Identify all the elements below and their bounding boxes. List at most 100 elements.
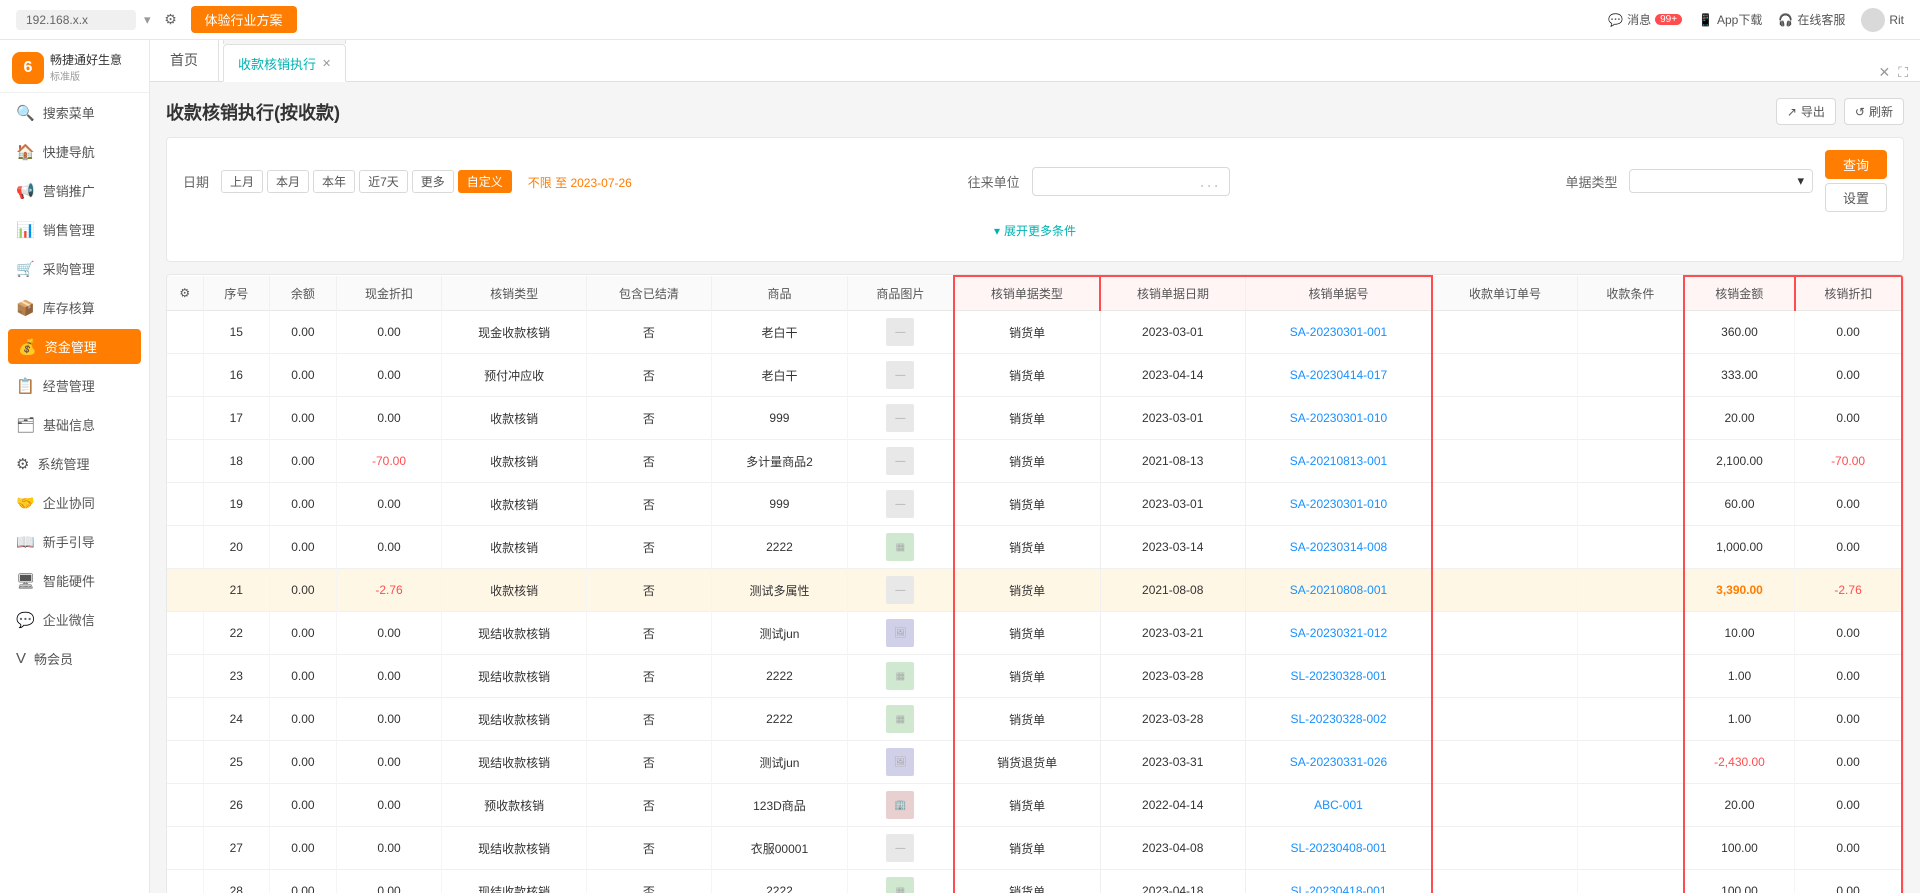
- cell-verify-doc-no[interactable]: SL-20230328-001: [1245, 655, 1432, 698]
- cell-settings: [167, 354, 203, 397]
- sidebar-item-purchase[interactable]: 🛒 采购管理: [0, 249, 149, 288]
- cell-seq: 18: [203, 440, 270, 483]
- tab-home[interactable]: 首页: [150, 40, 219, 81]
- sidebar-item-sales[interactable]: 📊 销售管理: [0, 210, 149, 249]
- user-item[interactable]: Rit: [1861, 8, 1904, 32]
- cell-verify-doc-date: 2023-04-08: [1100, 827, 1245, 870]
- cell-discount: 0.00: [336, 870, 442, 893]
- counterpart-input[interactable]: [1041, 174, 1196, 188]
- sidebar-item-basic[interactable]: 🗂 基础信息: [0, 405, 149, 444]
- product-image: ▦: [886, 662, 914, 690]
- sidebar-item-system[interactable]: ⚙ 系统管理: [0, 444, 149, 483]
- cell-receipt-terms: [1577, 698, 1683, 741]
- expand-conditions-button[interactable]: ▾ 展开更多条件: [994, 218, 1076, 243]
- th-verify-doc-type: 核销单据类型: [954, 276, 1100, 311]
- product-image: —: [886, 404, 914, 432]
- date-btn-prev-month[interactable]: 上月: [221, 170, 263, 193]
- service-label: 在线客服: [1797, 11, 1845, 28]
- cell-verify-doc-no[interactable]: SA-20230321-012: [1245, 612, 1432, 655]
- sidebar-label-sales: 销售管理: [43, 220, 95, 239]
- app-download-item[interactable]: 📱 App下载: [1698, 11, 1762, 28]
- sidebar-item-finance[interactable]: 💰 资金管理: [8, 329, 141, 364]
- cell-balance: 0.00: [270, 526, 337, 569]
- cell-product: 999: [711, 483, 847, 526]
- cell-verify-doc-no[interactable]: SL-20230328-002: [1245, 698, 1432, 741]
- sidebar-item-hardware[interactable]: 🖥 智能硬件: [0, 561, 149, 600]
- cell-product-img: ▦: [847, 870, 953, 893]
- cell-receipt-terms: [1577, 827, 1683, 870]
- th-verify-type: 核销类型: [442, 276, 587, 311]
- sidebar-item-wechat[interactable]: 💬 企业微信: [0, 600, 149, 639]
- page-header: 收款核销执行(按收款) ↗ 导出 ↺ 刷新: [166, 98, 1904, 125]
- sidebar-item-shortcut[interactable]: 🏠 快捷导航: [0, 132, 149, 171]
- cell-product-img: 🖼: [847, 612, 953, 655]
- cell-verify-discount: 0.00: [1795, 483, 1902, 526]
- address-input[interactable]: 192.168.x.x: [16, 10, 136, 30]
- main-area: 首页 预付冲应付单✕收款核销执行✕ ✕ ⛶ 收款核销执行(按收款) ↗ 导出: [150, 40, 1920, 893]
- cell-product-img: —: [847, 397, 953, 440]
- cell-included: 否: [586, 397, 711, 440]
- cell-discount: 0.00: [336, 827, 442, 870]
- cell-receipt-terms: [1577, 526, 1683, 569]
- counterpart-label: 往来单位: [968, 172, 1020, 191]
- gear-icon[interactable]: ⚙: [159, 8, 183, 32]
- cell-verify-doc-no[interactable]: SA-20210808-001: [1245, 569, 1432, 612]
- sidebar-label-wechat: 企业微信: [43, 610, 95, 629]
- message-item[interactable]: 💬 消息 99+: [1608, 11, 1682, 28]
- cell-verify-doc-no[interactable]: SL-20230418-001: [1245, 870, 1432, 893]
- tab-receipts[interactable]: 收款核销执行✕: [223, 44, 346, 82]
- expand-window-icon[interactable]: ⛶: [1898, 64, 1908, 81]
- service-item[interactable]: 🎧 在线客服: [1778, 11, 1845, 28]
- cell-verify-doc-no[interactable]: SA-20230414-017: [1245, 354, 1432, 397]
- cell-verify-type: 收款核销: [442, 569, 587, 612]
- product-image: 🏢: [886, 791, 914, 819]
- cell-verify-doc-no[interactable]: SA-20210813-001: [1245, 440, 1432, 483]
- cell-product: 老白干: [711, 354, 847, 397]
- cell-verify-doc-no[interactable]: SA-20230301-010: [1245, 483, 1432, 526]
- export-button[interactable]: ↗ 导出: [1776, 98, 1836, 125]
- main-layout: 6 畅捷通好生意 标准版 🔍 搜索菜单 🏠 快捷导航 📢 营销推广 📊 销售管理…: [0, 40, 1920, 893]
- settings-button[interactable]: 设置: [1825, 183, 1887, 212]
- cell-settings: [167, 397, 203, 440]
- product-image: 🖼: [886, 748, 914, 776]
- date-btn-more[interactable]: 更多: [412, 170, 454, 193]
- sidebar-item-member[interactable]: V 畅会员: [0, 639, 149, 678]
- th-settings[interactable]: ⚙: [167, 276, 203, 311]
- sidebar-item-marketing[interactable]: 📢 营销推广: [0, 171, 149, 210]
- sidebar-item-inventory[interactable]: 📦 库存核算: [0, 288, 149, 327]
- cell-verify-doc-no[interactable]: SL-20230408-001: [1245, 827, 1432, 870]
- cell-verify-doc-no[interactable]: ABC-001: [1245, 784, 1432, 827]
- table-row: 17 0.00 0.00 收款核销 否 999 — 销货单 2023-03-01…: [167, 397, 1902, 440]
- tab-close-receipts[interactable]: ✕: [322, 57, 331, 70]
- voucher-input[interactable]: [1638, 174, 1793, 188]
- cell-verify-doc-no[interactable]: SA-20230301-001: [1245, 311, 1432, 354]
- close-tab-icon[interactable]: ✕: [1878, 64, 1890, 81]
- date-btn-custom[interactable]: 自定义: [458, 170, 512, 193]
- cell-receipt-terms: [1577, 483, 1683, 526]
- table-row: 25 0.00 0.00 现结收款核销 否 测试jun 🖼 销货退货单 2023…: [167, 741, 1902, 784]
- date-btn-this-month[interactable]: 本月: [267, 170, 309, 193]
- table-row: 18 0.00 -70.00 收款核销 否 多计量商品2 — 销货单 2021-…: [167, 440, 1902, 483]
- content-area: 收款核销执行(按收款) ↗ 导出 ↺ 刷新: [150, 82, 1920, 893]
- product-image: —: [886, 834, 914, 862]
- query-button[interactable]: 查询: [1825, 150, 1887, 179]
- cell-verify-doc-no[interactable]: SA-20230314-008: [1245, 526, 1432, 569]
- solution-button[interactable]: 体验行业方案: [191, 6, 297, 33]
- cell-verify-amount: 10.00: [1684, 612, 1795, 655]
- cell-included: 否: [586, 784, 711, 827]
- cell-verify-doc-date: 2023-03-01: [1100, 483, 1245, 526]
- cell-verify-doc-no[interactable]: SA-20230331-026: [1245, 741, 1432, 784]
- sidebar-item-operation[interactable]: 📋 经营管理: [0, 366, 149, 405]
- sidebar-item-search[interactable]: 🔍 搜索菜单: [0, 93, 149, 132]
- sidebar-item-guide[interactable]: 📖 新手引导: [0, 522, 149, 561]
- cell-discount: 0.00: [336, 483, 442, 526]
- chevron-down-icon[interactable]: ▾: [144, 12, 151, 28]
- sidebar-item-enterprise[interactable]: 🤝 企业协同: [0, 483, 149, 522]
- table-scroll[interactable]: ⚙ 序号 余额 现金折扣 核销类型 包含已结清 商品 商品图片 核销单据类型: [167, 275, 1903, 893]
- cell-seq: 23: [203, 655, 270, 698]
- cell-product: 999: [711, 397, 847, 440]
- date-btn-this-year[interactable]: 本年: [313, 170, 355, 193]
- date-btn-last-7days[interactable]: 近7天: [359, 170, 408, 193]
- refresh-button[interactable]: ↺ 刷新: [1844, 98, 1904, 125]
- cell-verify-doc-no[interactable]: SA-20230301-010: [1245, 397, 1432, 440]
